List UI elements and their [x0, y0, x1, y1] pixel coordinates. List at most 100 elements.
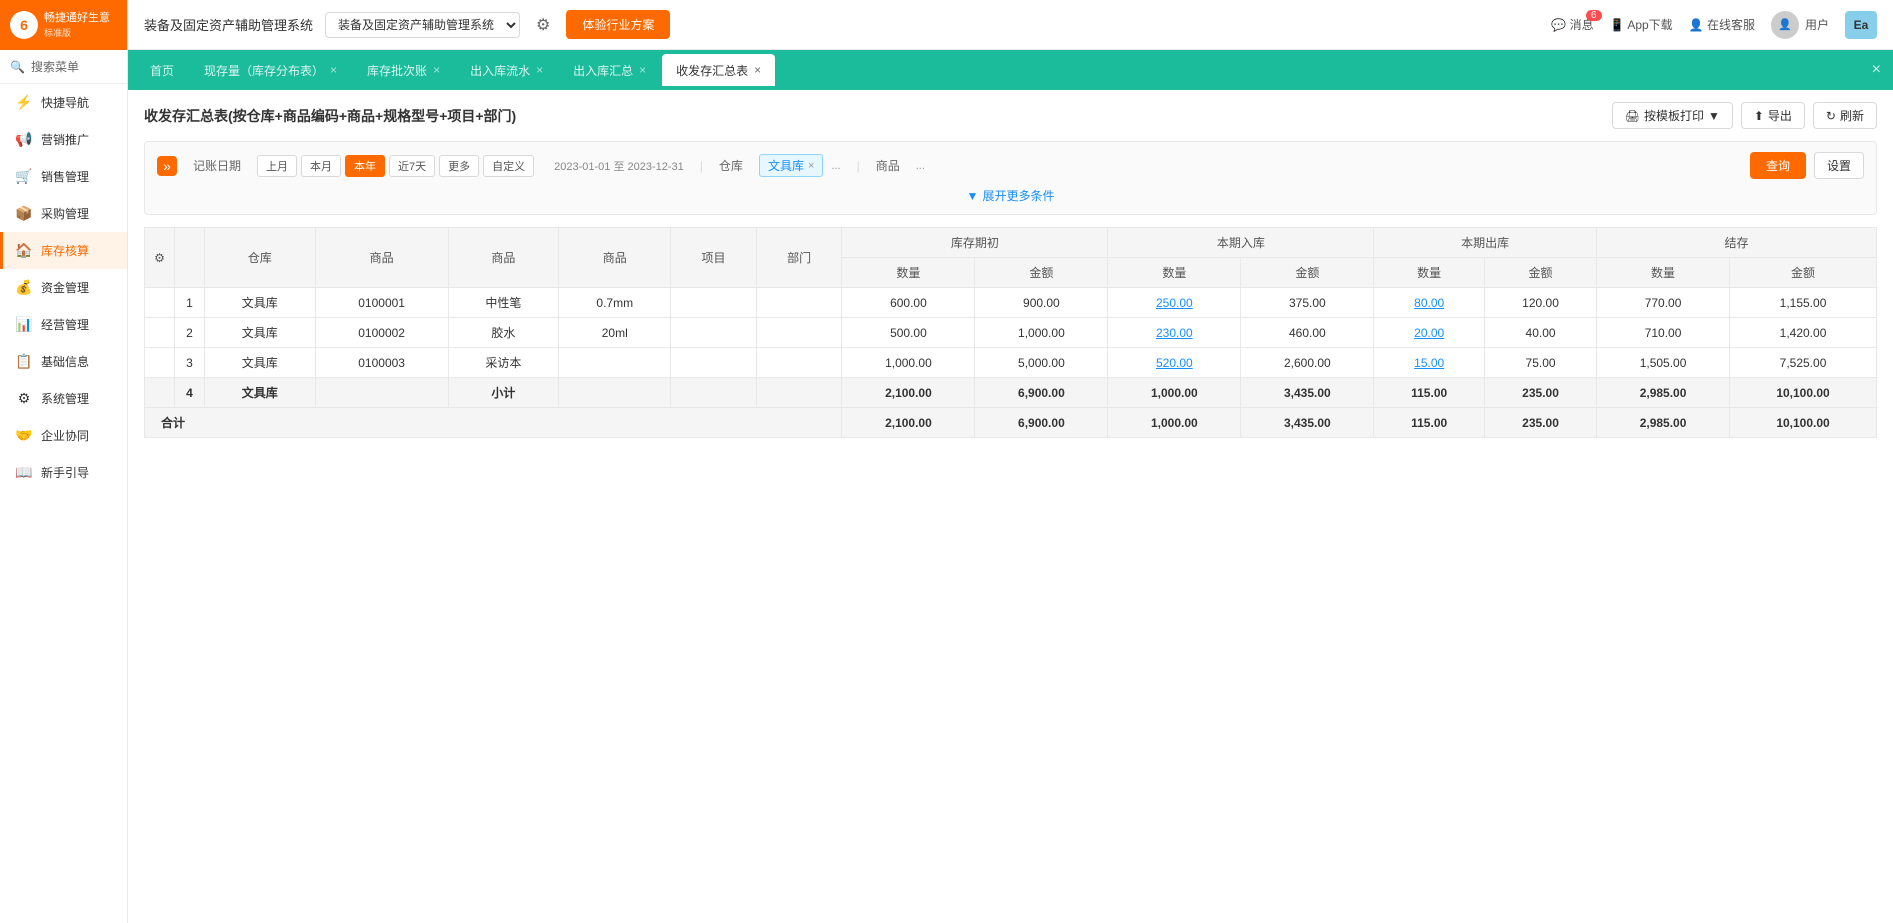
sub-closing-qty: 数量	[1597, 258, 1730, 288]
goods-more[interactable]: ...	[916, 160, 925, 172]
search-label: 搜索菜单	[31, 58, 79, 75]
row-out-qty[interactable]: 80.00	[1374, 288, 1485, 318]
row-in-qty[interactable]: 520.00	[1108, 348, 1241, 378]
tab-in-out-flow-close[interactable]: ×	[536, 63, 543, 77]
row-open-qty: 1,000.00	[842, 348, 975, 378]
system-select[interactable]: 装备及固定资产辅助管理系统	[325, 12, 520, 38]
row-checkbox	[145, 318, 175, 348]
print-button[interactable]: 🖨 按模板打印 ▼	[1612, 102, 1733, 129]
row-out-amt: 120.00	[1485, 288, 1597, 318]
date-shortcuts: 上月 本月 本年 近7天 更多 自定义	[257, 155, 534, 177]
online-service[interactable]: 👤 在线客服	[1689, 16, 1755, 33]
footer-label: 合计	[145, 408, 842, 438]
sidebar-item-finance[interactable]: 💰 资金管理	[0, 269, 127, 306]
filter-toggle-button[interactable]: »	[157, 156, 177, 176]
date-this-year[interactable]: 本年	[345, 155, 385, 177]
sidebar-item-purchase[interactable]: 📦 采购管理	[0, 195, 127, 232]
refresh-button[interactable]: ↻ 刷新	[1813, 102, 1877, 129]
sidebar-item-inventory[interactable]: 🏠 库存核算	[0, 232, 127, 269]
date-custom[interactable]: 自定义	[483, 155, 534, 177]
col-closing-header: 结存	[1597, 228, 1877, 258]
tab-recv-send-summary-label: 收发存汇总表	[676, 62, 748, 79]
col-warehouse-header: 仓库	[205, 228, 316, 288]
sidebar-item-guide[interactable]: 📖 新手引导	[0, 454, 127, 491]
purchase-icon: 📦	[15, 205, 33, 222]
search-menu[interactable]: 🔍 搜索菜单	[0, 50, 127, 84]
row-close-qty: 770.00	[1597, 288, 1730, 318]
date-this-month[interactable]: 本月	[301, 155, 341, 177]
date-last-7-days[interactable]: 近7天	[389, 155, 435, 177]
col-opening-header: 库存期初	[842, 228, 1108, 258]
page-title-actions: 🖨 按模板打印 ▼ ⬆ 导出 ↻ 刷新	[1612, 102, 1877, 129]
sidebar-item-label: 新手引导	[41, 464, 89, 481]
row-out-qty[interactable]: 20.00	[1374, 318, 1485, 348]
tab-bar-close-icon[interactable]: ×	[1872, 61, 1881, 79]
sub-in-amt: 金额	[1241, 258, 1374, 288]
sidebar-item-enterprise[interactable]: 🤝 企业协同	[0, 417, 127, 454]
sidebar-item-system[interactable]: ⚙ 系统管理	[0, 380, 127, 417]
query-button[interactable]: 查询	[1750, 152, 1806, 179]
expand-label: 展开更多条件	[982, 187, 1054, 204]
row-warehouse: 文具库	[205, 288, 316, 318]
row-in-amt: 2,600.00	[1241, 348, 1374, 378]
page-title-row: 收发存汇总表(按仓库+商品编码+商品+规格型号+项目+部门) 🖨 按模板打印 ▼…	[144, 102, 1877, 129]
warehouse-more[interactable]: ...	[831, 160, 840, 172]
sub-opening-qty: 数量	[842, 258, 975, 288]
tab-recv-send-summary[interactable]: 收发存汇总表 ×	[662, 54, 775, 86]
date-label: 记账日期	[193, 157, 241, 174]
sidebar-item-basic-info[interactable]: 📋 基础信息	[0, 343, 127, 380]
message-count: 6	[1586, 10, 1602, 21]
inventory-icon: 🏠	[15, 242, 33, 259]
export-button[interactable]: ⬆ 导出	[1741, 102, 1805, 129]
row-out-amt: 40.00	[1485, 318, 1597, 348]
row-spec	[559, 348, 671, 378]
tab-in-out-summary[interactable]: 出入库汇总 ×	[559, 54, 660, 86]
date-last-month[interactable]: 上月	[257, 155, 297, 177]
sub-opening-amt: 金额	[975, 258, 1108, 288]
warehouse-tag-close[interactable]: ×	[808, 160, 814, 172]
filter-settings-button[interactable]: 设置	[1814, 152, 1864, 179]
sidebar-item-sales[interactable]: 🛒 销售管理	[0, 158, 127, 195]
col-num-header	[175, 228, 205, 288]
system-title: 装备及固定资产辅助管理系统	[144, 15, 313, 34]
row-in-qty[interactable]: 230.00	[1108, 318, 1241, 348]
col-settings-header[interactable]: ⚙	[145, 228, 175, 288]
sidebar-item-label: 销售管理	[41, 168, 89, 185]
tab-batch-account-label: 库存批次账	[367, 62, 427, 79]
sidebar-item-quick-nav[interactable]: ⚡ 快捷导航	[0, 84, 127, 121]
user-area[interactable]: 👤 用户	[1771, 11, 1829, 39]
col-out-header: 本期出库	[1374, 228, 1597, 258]
warehouse-tag[interactable]: 文具库 ×	[759, 154, 823, 177]
row-code: 0100001	[315, 288, 448, 318]
sub-closing-amt: 金额	[1730, 258, 1877, 288]
tab-home[interactable]: 首页	[136, 54, 188, 86]
row-department	[756, 378, 842, 408]
app-download[interactable]: 📱 App下载	[1610, 16, 1673, 33]
date-more[interactable]: 更多	[439, 155, 479, 177]
tab-in-out-flow[interactable]: 出入库流水 ×	[456, 54, 557, 86]
tab-in-out-summary-close[interactable]: ×	[639, 63, 646, 77]
row-in-qty[interactable]: 250.00	[1108, 288, 1241, 318]
row-warehouse: 文具库	[205, 348, 316, 378]
tab-batch-account-close[interactable]: ×	[433, 63, 440, 77]
row-department	[756, 348, 842, 378]
row-in-amt: 460.00	[1241, 318, 1374, 348]
header-right: 💬 6 消息 📱 App下载 👤 在线客服 👤 用户 Ea	[1551, 11, 1877, 39]
sidebar-item-operations[interactable]: 📊 经营管理	[0, 306, 127, 343]
trial-button[interactable]: 体验行业方案	[566, 10, 670, 39]
settings-icon[interactable]: ⚙	[532, 11, 554, 39]
tab-recv-send-summary-close[interactable]: ×	[754, 63, 761, 77]
footer-in-amt: 3,435.00	[1241, 408, 1374, 438]
tab-batch-account[interactable]: 库存批次账 ×	[353, 54, 454, 86]
row-out-amt: 235.00	[1485, 378, 1597, 408]
row-spec: 0.7mm	[559, 288, 671, 318]
tab-inventory-dist-close[interactable]: ×	[330, 63, 337, 77]
expand-row[interactable]: ▼ 展开更多条件	[157, 187, 1864, 204]
message-badge[interactable]: 💬 6 消息	[1551, 16, 1593, 33]
sidebar-item-marketing[interactable]: 📢 营销推广	[0, 121, 127, 158]
tab-inventory-dist[interactable]: 现存量（库存分布表） ×	[190, 54, 351, 86]
row-num: 1	[175, 288, 205, 318]
row-out-qty[interactable]: 15.00	[1374, 348, 1485, 378]
row-project	[671, 318, 757, 348]
table-row: 1文具库0100001中性笔0.7mm600.00900.00250.00375…	[145, 288, 1877, 318]
